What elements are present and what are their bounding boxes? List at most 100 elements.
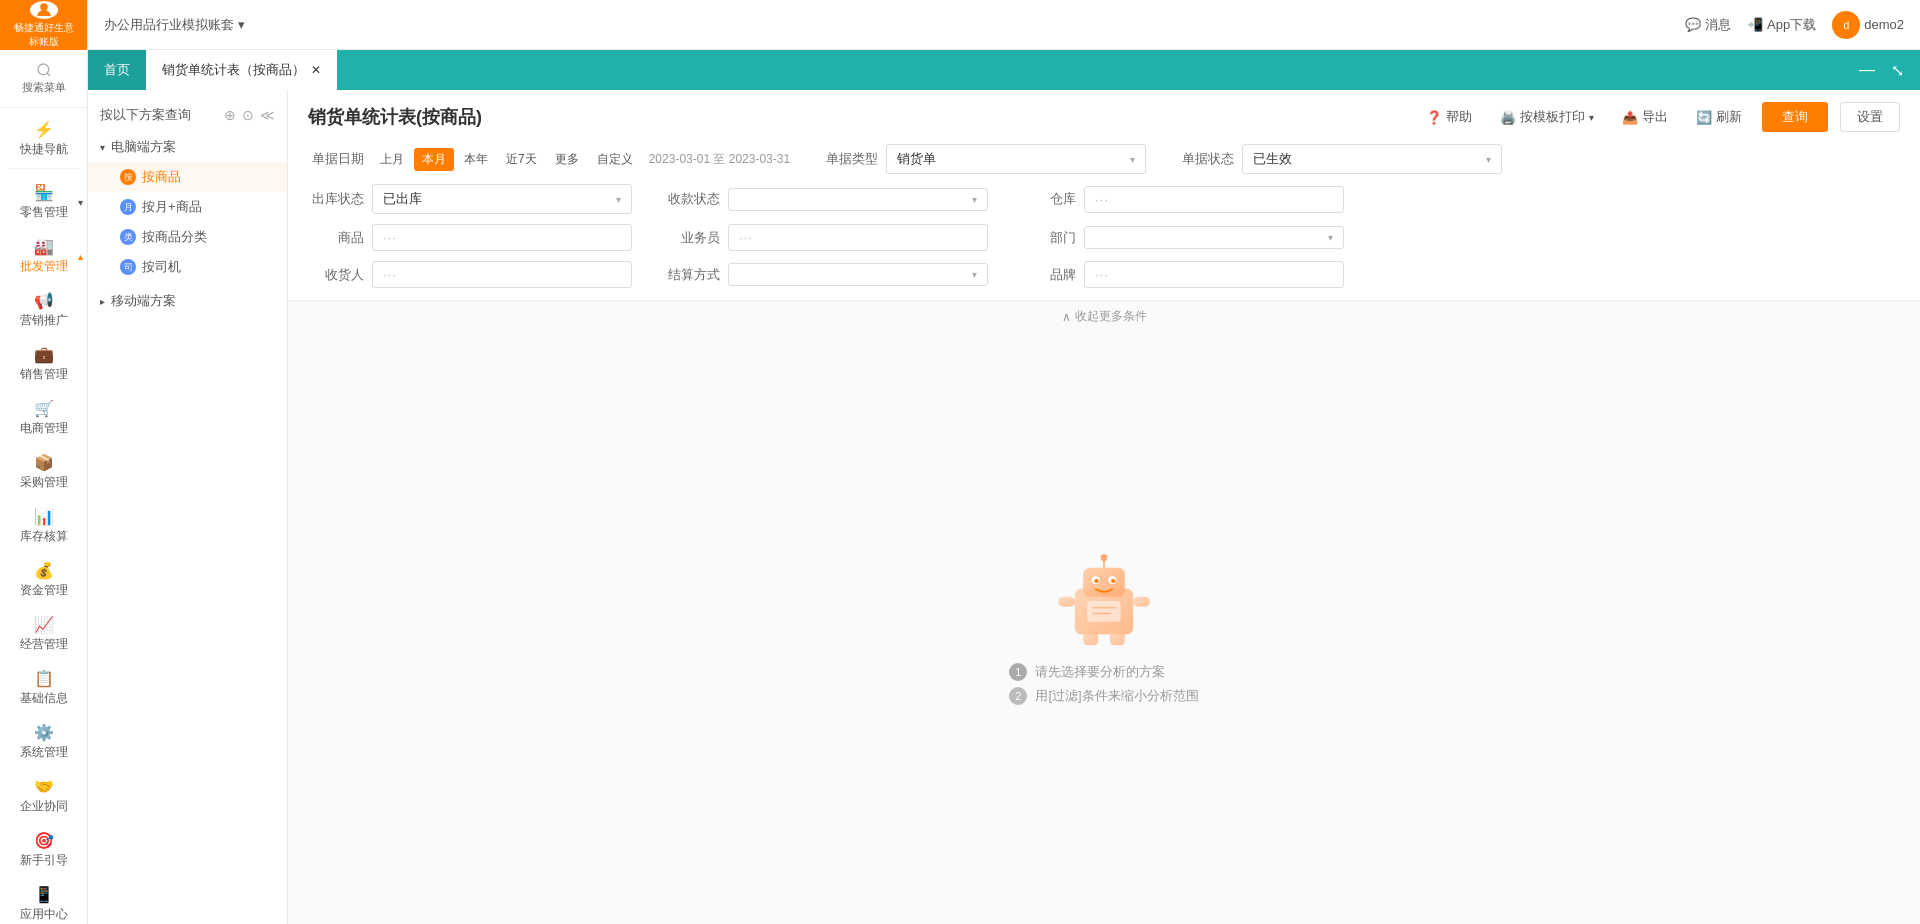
newbie-icon: 🎯	[34, 831, 54, 850]
refresh-button[interactable]: 🔄 刷新	[1688, 104, 1750, 130]
by-month-product-label: 按月+商品	[142, 198, 202, 216]
appcenter-icon: 📱	[34, 885, 54, 904]
logo-title: 畅捷通好生意	[14, 21, 74, 35]
tab-home-label: 首页	[104, 61, 130, 79]
add-scheme-icon[interactable]: ⊕	[224, 107, 236, 123]
settings-label: 设置	[1857, 109, 1883, 124]
tab-maximize-button[interactable]: ⤡	[1887, 59, 1908, 82]
product-dots: ···	[383, 230, 397, 245]
sidebar-item-newbie[interactable]: 🎯 新手引导	[0, 823, 87, 877]
finance-label: 资金管理	[20, 582, 68, 599]
warehouse2-dots: ···	[1095, 192, 1109, 207]
industry-selector[interactable]: 办公用品行业模拟账套 ▾	[104, 16, 245, 34]
date-range-text: 2023-03-01 至 2023-03-31	[649, 151, 790, 168]
sidebar-item-marketing[interactable]: 📢 营销推广	[0, 283, 87, 337]
bill-status-value: 已生效	[1253, 150, 1292, 168]
app-download-action[interactable]: 📲 App下载	[1747, 16, 1816, 34]
empty-tips: 1 请先选择要分析的方案 2 用[过滤]条件来缩小分析范围	[1009, 663, 1198, 705]
tree-item-by-month-product[interactable]: 月 按月+商品	[88, 192, 287, 222]
tab-home[interactable]: 首页	[88, 50, 146, 90]
help-label: 帮助	[1446, 108, 1472, 126]
payment-arrow-icon: ▾	[972, 269, 977, 280]
date-more-btn[interactable]: 更多	[547, 148, 587, 171]
content-area: 按以下方案查询 ⊕ ⊙ ≪ ▾ 电脑端方案 按 按商品 月 按月	[88, 90, 1920, 924]
marketing-icon: 📢	[34, 291, 54, 310]
sidebar-item-quick-nav[interactable]: ⚡ 快捷导航	[0, 112, 87, 166]
date-prev-month-btn[interactable]: 上月	[372, 148, 412, 171]
brand-label: 品牌	[1020, 266, 1076, 284]
basic-icon: 📋	[34, 669, 54, 688]
svg-point-8	[1111, 578, 1115, 582]
warehouse-status-select[interactable]: 已出库 ▾	[372, 184, 632, 214]
search-menu-section[interactable]: 搜索菜单	[0, 50, 87, 108]
dept-label: 部门	[1020, 229, 1076, 247]
svg-point-7	[1094, 578, 1098, 582]
collect-status-select[interactable]: ▾	[728, 188, 988, 211]
payment-select[interactable]: ▾	[728, 263, 988, 286]
enterprise-label: 企业协同	[20, 798, 68, 815]
sidebar-item-ecommerce[interactable]: 🛒 电商管理	[0, 391, 87, 445]
sidebar: 畅捷通好生意 标账版 搜索菜单 ⚡ 快捷导航 🏪 零售管理 ▾ 🏭 批发管理 ▴…	[0, 0, 88, 924]
consignee-dots: ···	[383, 267, 397, 282]
sidebar-item-system[interactable]: ⚙️ 系统管理	[0, 715, 87, 769]
tree-item-by-category[interactable]: 类 按商品分类	[88, 222, 287, 252]
filter-row-4: 收货人 ··· 结算方式 ▾ 品牌	[308, 261, 1900, 288]
export-label: 导出	[1642, 108, 1668, 126]
avatar-initial: d	[1843, 19, 1849, 31]
tab-minimize-button[interactable]: —	[1855, 59, 1879, 81]
tree-group-mobile: ▸ 移动端方案	[88, 286, 287, 320]
date-custom-btn[interactable]: 自定义	[589, 148, 641, 171]
help-button[interactable]: ❓ 帮助	[1418, 104, 1480, 130]
system-label: 系统管理	[20, 744, 68, 761]
sidebar-item-enterprise[interactable]: 🤝 企业协同	[0, 769, 87, 823]
search-menu-button[interactable]: 搜索菜单	[6, 58, 81, 99]
print-button[interactable]: 🖨️ 按模板打印	[1492, 104, 1602, 130]
empty-tip-2: 2 用[过滤]条件来缩小分析范围	[1009, 687, 1198, 705]
empty-state: 1 请先选择要分析的方案 2 用[过滤]条件来缩小分析范围	[1009, 551, 1198, 705]
sidebar-item-sales[interactable]: 💼 销售管理	[0, 337, 87, 391]
query-button[interactable]: 查询	[1762, 102, 1828, 132]
payment-label: 结算方式	[664, 266, 720, 284]
dept-select[interactable]: ▾	[1084, 226, 1344, 249]
sidebar-item-appcenter[interactable]: 📱 应用中心	[0, 877, 87, 924]
date-7days-btn[interactable]: 近7天	[498, 148, 545, 171]
export-icon: 📤	[1622, 110, 1638, 125]
svg-point-1	[38, 64, 49, 75]
staff-input[interactable]: ···	[728, 224, 988, 251]
bill-type-label: 单据类型	[822, 150, 878, 168]
header-left: 办公用品行业模拟账套 ▾	[104, 16, 245, 34]
consignee-input[interactable]: ···	[372, 261, 632, 288]
sidebar-item-finance[interactable]: 💰 资金管理	[0, 553, 87, 607]
collapse-bar[interactable]: ∧ 收起更多条件	[288, 301, 1920, 331]
sidebar-item-purchase[interactable]: 📦 采购管理	[0, 445, 87, 499]
sidebar-item-basic[interactable]: 📋 基础信息	[0, 661, 87, 715]
tree-group-pc-header[interactable]: ▾ 电脑端方案	[88, 132, 287, 162]
svg-point-10	[1101, 554, 1108, 561]
settings-button[interactable]: 设置	[1840, 102, 1900, 132]
by-category-label: 按商品分类	[142, 228, 207, 246]
export-button[interactable]: 📤 导出	[1614, 104, 1676, 130]
date-curr-month-btn[interactable]: 本月	[414, 148, 454, 171]
settings-scheme-icon[interactable]: ⊙	[242, 107, 254, 123]
sidebar-item-retail[interactable]: 🏪 零售管理 ▾	[0, 175, 87, 229]
date-year-btn[interactable]: 本年	[456, 148, 496, 171]
bill-status-select[interactable]: 已生效 ▾	[1242, 144, 1502, 174]
sidebar-item-operation[interactable]: 📈 经营管理	[0, 607, 87, 661]
tree-group-mobile-label: 移动端方案	[111, 292, 176, 310]
tab-sales-stats[interactable]: 销货单统计表（按商品） ✕	[146, 50, 337, 90]
logo-subtitle: 标账版	[29, 35, 59, 49]
bill-type-select[interactable]: 销货单 ▾	[886, 144, 1146, 174]
warehouse2-input[interactable]: ···	[1084, 186, 1344, 213]
user-action[interactable]: d demo2	[1832, 11, 1904, 39]
sidebar-item-wholesale[interactable]: 🏭 批发管理 ▴	[0, 229, 87, 283]
product-input[interactable]: ···	[372, 224, 632, 251]
tab-close-icon[interactable]: ✕	[311, 63, 321, 77]
logo: 畅捷通好生意 标账版	[0, 0, 87, 50]
brand-input[interactable]: ···	[1084, 261, 1344, 288]
message-action[interactable]: 💬 消息	[1685, 16, 1731, 34]
sidebar-item-inventory[interactable]: 📊 库存核算	[0, 499, 87, 553]
tree-group-mobile-header[interactable]: ▸ 移动端方案	[88, 286, 287, 316]
tree-item-by-product[interactable]: 按 按商品	[88, 162, 287, 192]
tree-item-by-cashier[interactable]: 司 按司机	[88, 252, 287, 282]
collapse-panel-icon[interactable]: ≪	[260, 107, 275, 123]
